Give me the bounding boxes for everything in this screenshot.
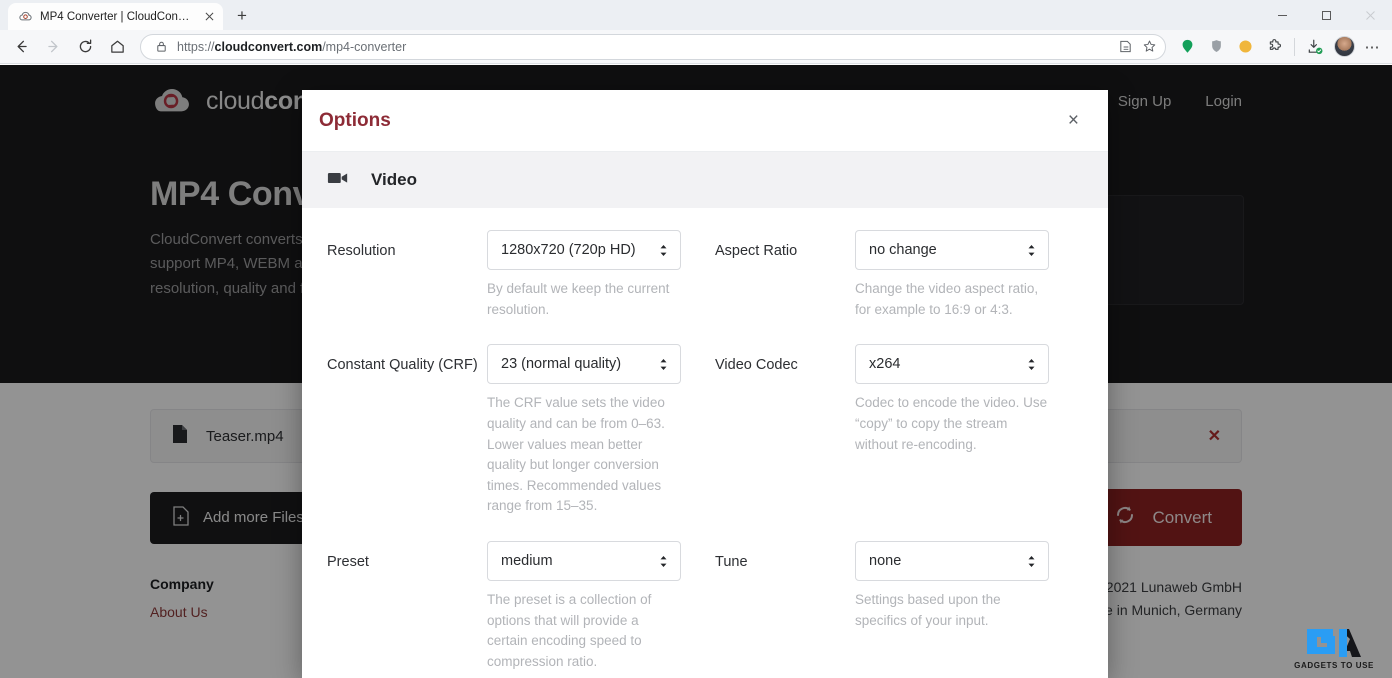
- modal-body: Resolution 1280x720 (720p HD) By default…: [302, 208, 1108, 678]
- label-tune: Tune: [715, 554, 748, 571]
- modal-title: Options: [319, 109, 391, 131]
- resolution-value: 1280x720 (720p HD): [501, 242, 636, 258]
- stepper-up-down-icon[interactable]: [656, 358, 670, 371]
- window-controls: [1260, 0, 1392, 30]
- extension-puzzle-icon[interactable]: [1261, 34, 1287, 60]
- stepper-up-down-icon[interactable]: [1024, 358, 1038, 371]
- crf-select[interactable]: 23 (normal quality): [487, 344, 681, 385]
- stepper-up-down-icon[interactable]: [1024, 244, 1038, 257]
- tab-strip: MP4 Converter | CloudConvert +: [0, 0, 1392, 30]
- browser-window: MP4 Converter | CloudConvert + https://c…: [0, 0, 1392, 678]
- new-tab-button[interactable]: +: [229, 3, 255, 29]
- row-spacer: [487, 517, 715, 541]
- watermark-text: GADGETS TO USE: [1294, 661, 1374, 670]
- favorite-star-icon[interactable]: [1141, 39, 1157, 55]
- profile-avatar[interactable]: [1331, 34, 1357, 60]
- home-icon[interactable]: [102, 33, 132, 61]
- tune-value: none: [869, 553, 902, 570]
- options-grid: Resolution 1280x720 (720p HD) By default…: [327, 230, 1083, 673]
- modal-close-icon[interactable]: ×: [1064, 109, 1083, 132]
- aspect-ratio-value: no change: [869, 242, 937, 258]
- row-spacer: [715, 517, 855, 541]
- row-spacer: [855, 517, 1083, 541]
- field-aspect-ratio: no change Change the video aspect ratio,…: [855, 230, 1083, 320]
- minimize-button[interactable]: [1260, 0, 1304, 30]
- collections-icon[interactable]: [1117, 39, 1133, 55]
- extension-green-icon[interactable]: [1174, 34, 1200, 60]
- extension-gray-shield-icon[interactable]: [1203, 34, 1229, 60]
- label-video-codec: Video Codec: [715, 357, 798, 374]
- site-info-icon[interactable]: [153, 39, 169, 55]
- video-codec-select[interactable]: x264: [855, 344, 1049, 385]
- label-resolution: Resolution: [327, 243, 396, 259]
- stepper-up-down-icon[interactable]: [656, 555, 670, 568]
- resolution-select[interactable]: 1280x720 (720p HD): [487, 230, 681, 270]
- video-section-header: Video: [302, 152, 1108, 208]
- help-tune: Settings based upon the specifics of you…: [855, 592, 1001, 628]
- preset-select[interactable]: medium: [487, 541, 681, 582]
- help-aspect-ratio: Change the video aspect ratio, for examp…: [855, 281, 1039, 317]
- browser-tab[interactable]: MP4 Converter | CloudConvert: [8, 3, 223, 30]
- crf-value: 23 (normal quality): [501, 356, 622, 373]
- url-text: https://cloudconvert.com/mp4-converter: [177, 39, 407, 54]
- tab-title: MP4 Converter | CloudConvert: [40, 10, 194, 23]
- label-aspect-ratio: Aspect Ratio: [715, 243, 798, 259]
- help-video-codec: Codec to encode the video. Use “copy” to…: [855, 395, 1048, 452]
- tune-select[interactable]: none: [855, 541, 1049, 582]
- extension-moon-icon[interactable]: [1232, 34, 1258, 60]
- field-video-codec: x264 Codec to encode the video. Use “cop…: [855, 344, 1083, 517]
- watermark: GADGETS TO USE: [1294, 625, 1374, 670]
- field-constant-quality-crf: 23 (normal quality) The CRF value sets t…: [487, 344, 715, 517]
- help-resolution: By default we keep the current resolutio…: [487, 281, 670, 317]
- row-spacer: [855, 320, 1083, 344]
- label-preset: Preset: [327, 554, 369, 571]
- close-window-button[interactable]: [1348, 0, 1392, 30]
- aspect-ratio-select[interactable]: no change: [855, 230, 1049, 270]
- close-icon[interactable]: [201, 9, 217, 25]
- extension-icons: ⋯: [1174, 34, 1386, 60]
- toolbar-divider: [1294, 37, 1295, 56]
- row-spacer: [327, 320, 487, 344]
- cloud-favicon: [18, 9, 33, 24]
- row-spacer: [487, 320, 715, 344]
- field-tune: none Settings based upon the specifics o…: [855, 541, 1083, 673]
- gadgets-to-use-logo-icon: [1307, 629, 1362, 657]
- field-resolution: 1280x720 (720p HD) By default we keep th…: [487, 230, 715, 320]
- row-spacer: [715, 320, 855, 344]
- video-section-title: Video: [371, 170, 417, 189]
- stepper-up-down-icon[interactable]: [1024, 555, 1038, 568]
- downloads-icon[interactable]: [1302, 34, 1328, 60]
- back-arrow-icon[interactable]: [6, 33, 36, 61]
- reload-icon[interactable]: [70, 33, 100, 61]
- label-constant-quality-crf: Constant Quality (CRF): [327, 357, 478, 374]
- browser-toolbar: https://cloudconvert.com/mp4-converter ⋯: [0, 30, 1392, 64]
- video-camera-icon: [327, 170, 349, 191]
- row-spacer: [327, 517, 487, 541]
- more-options-icon[interactable]: ⋯: [1360, 34, 1384, 60]
- modal-header: Options ×: [302, 90, 1108, 152]
- help-constant-quality-crf: The CRF value sets the video quality and…: [487, 395, 665, 514]
- field-preset: medium The preset is a collection of opt…: [487, 541, 715, 673]
- forward-arrow-icon[interactable]: [38, 33, 68, 61]
- video-codec-value: x264: [869, 356, 901, 373]
- options-modal: Options × Video Resolution 1280x720 (720…: [302, 90, 1108, 678]
- stepper-up-down-icon[interactable]: [656, 244, 670, 257]
- preset-value: medium: [501, 553, 553, 570]
- address-bar[interactable]: https://cloudconvert.com/mp4-converter: [140, 33, 1166, 60]
- help-preset: The preset is a collection of options th…: [487, 592, 652, 670]
- maximize-button[interactable]: [1304, 0, 1348, 30]
